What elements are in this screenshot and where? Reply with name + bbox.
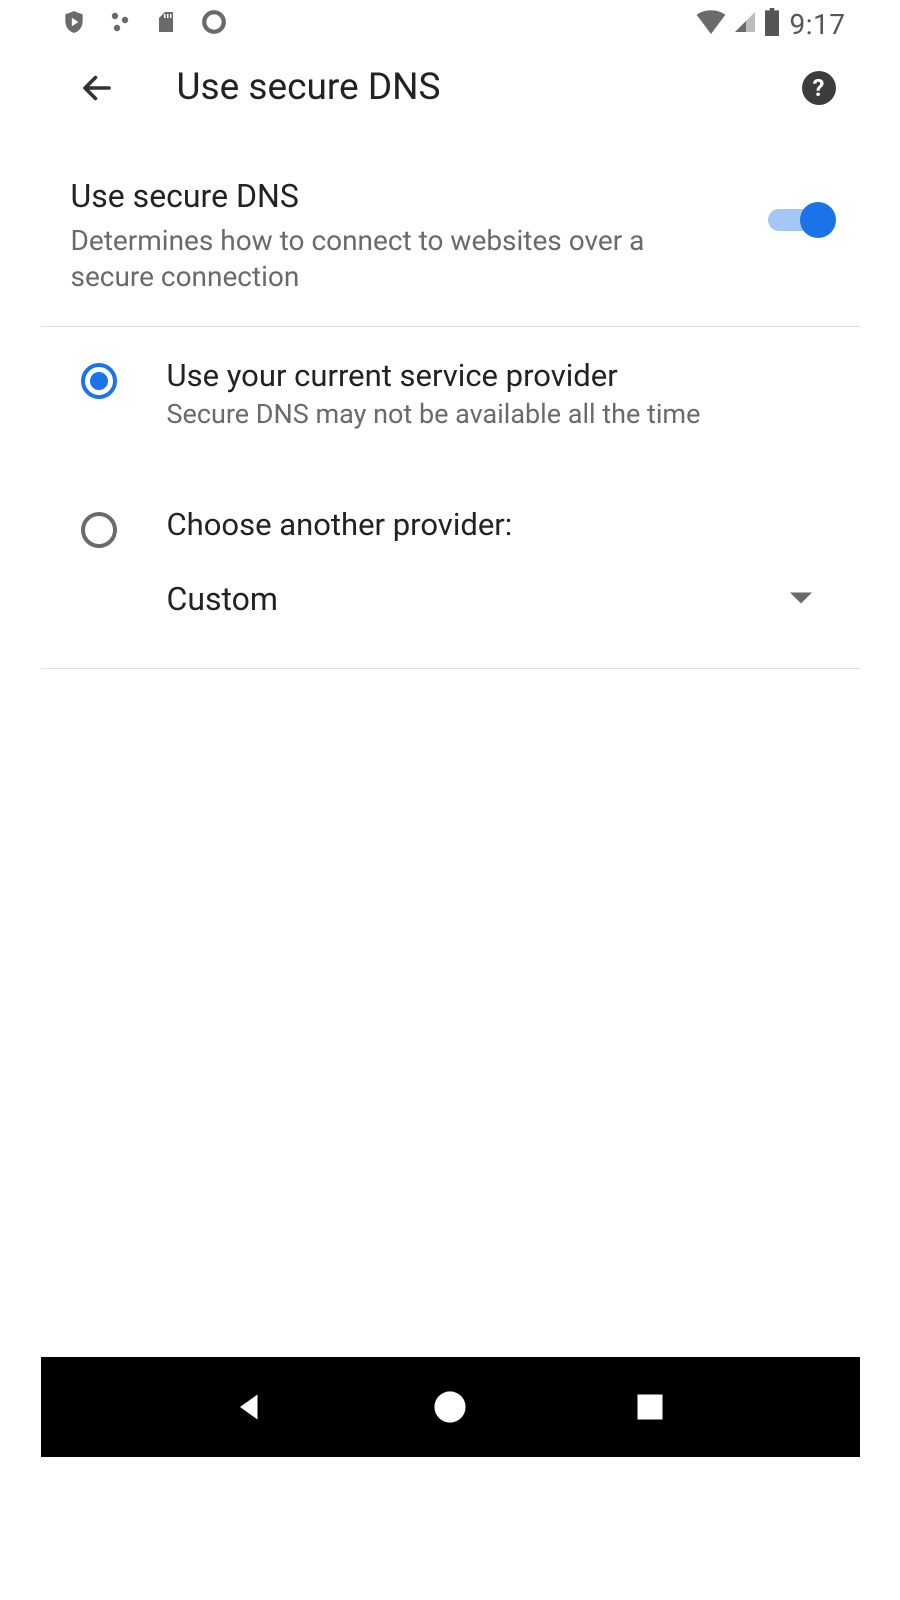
current-provider-subtitle: Secure DNS may not be available all the … — [167, 398, 830, 430]
status-left-icons — [61, 8, 227, 40]
toggle-thumb — [800, 202, 836, 238]
chevron-down-icon — [790, 589, 812, 608]
help-button[interactable]: ? — [802, 71, 836, 105]
secure-dns-toggle-row[interactable]: Use secure DNS Determines how to connect… — [41, 131, 860, 327]
wifi-icon — [696, 10, 726, 38]
question-mark-icon: ? — [813, 74, 825, 102]
back-button[interactable] — [77, 68, 117, 108]
radio-label-group: Use your current service provider Secure… — [167, 357, 830, 430]
status-bar: 9:17 — [41, 0, 860, 48]
page-title: Use secure DNS — [177, 66, 802, 109]
radio-label-group: Choose another provider: — [167, 506, 830, 547]
radio-another-provider[interactable]: Choose another provider: — [81, 502, 830, 552]
current-provider-title: Use your current service provider — [167, 357, 830, 394]
sd-card-icon — [155, 9, 179, 39]
nav-back-button[interactable] — [235, 1390, 265, 1424]
system-nav-bar — [41, 1357, 860, 1457]
content-spacer — [41, 669, 860, 1357]
another-provider-title: Choose another provider: — [167, 506, 830, 543]
battery-icon — [764, 8, 780, 40]
toggle-text-group: Use secure DNS Determines how to connect… — [71, 177, 768, 296]
nav-recents-button[interactable] — [635, 1392, 665, 1422]
cellular-signal-icon — [732, 10, 758, 38]
dots-icon — [109, 10, 133, 38]
dropdown-selected-value: Custom — [167, 580, 790, 618]
nav-home-button[interactable] — [433, 1390, 467, 1424]
dns-options: Use your current service provider Secure… — [41, 327, 860, 669]
toggle-subtitle: Determines how to connect to websites ov… — [71, 223, 728, 296]
provider-dropdown[interactable]: Custom — [167, 580, 830, 618]
toggle-title: Use secure DNS — [71, 177, 728, 215]
radio-current-provider[interactable]: Use your current service provider Secure… — [81, 353, 830, 434]
shield-play-icon — [61, 8, 87, 40]
status-right-icons: 9:17 — [696, 8, 846, 41]
radio-unselected-icon — [81, 512, 117, 548]
circle-outline-icon — [201, 9, 227, 39]
app-bar: Use secure DNS ? — [41, 48, 860, 131]
secure-dns-toggle[interactable] — [768, 201, 830, 239]
radio-selected-icon — [81, 363, 117, 399]
status-time: 9:17 — [790, 8, 846, 41]
